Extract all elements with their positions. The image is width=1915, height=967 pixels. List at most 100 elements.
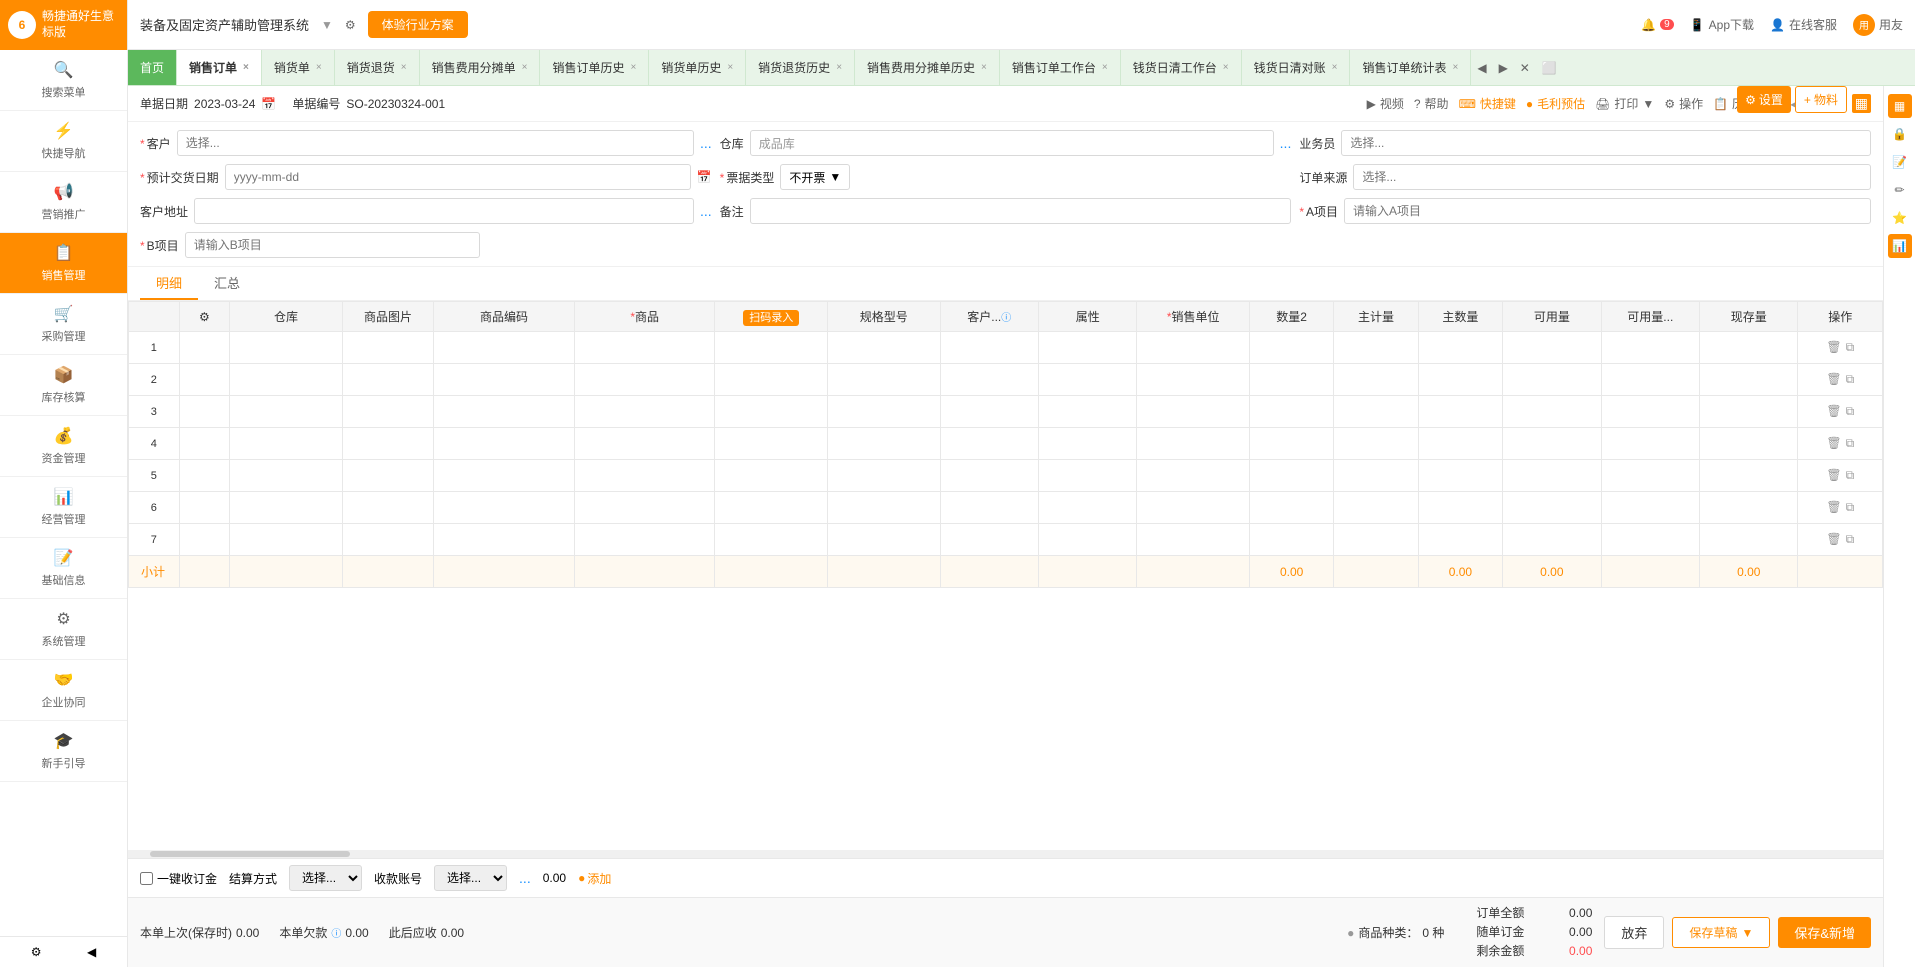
tab-2[interactable]: 销货单× <box>262 50 335 86</box>
order-source-input[interactable] <box>1353 164 1871 190</box>
cell-1-6[interactable] <box>828 332 941 364</box>
cell-7-3[interactable] <box>434 524 575 556</box>
app-download-item[interactable]: 📱 App下载 <box>1690 16 1754 33</box>
sidebar-item-经营管理[interactable]: 📊 经营管理 <box>0 477 127 538</box>
draft-btn[interactable]: 保存草稿 ▼ <box>1672 917 1770 948</box>
account-select[interactable]: 选择... <box>434 865 507 891</box>
cell-3-4[interactable] <box>574 396 715 428</box>
cell-6-6[interactable] <box>828 492 941 524</box>
cell-5-11[interactable] <box>1334 460 1418 492</box>
help-action[interactable]: ? 帮助 <box>1414 95 1449 112</box>
cell-2-2[interactable] <box>342 364 433 396</box>
sidebar-item-快捷导航[interactable]: ⚡ 快捷导航 <box>0 111 127 172</box>
cell-6-4[interactable] <box>574 492 715 524</box>
warehouse-input[interactable] <box>750 130 1274 156</box>
cell-7-2[interactable] <box>342 524 433 556</box>
cell-3-12[interactable] <box>1418 396 1502 428</box>
tab-3[interactable]: 销货退货× <box>335 50 420 86</box>
row-copy-icon-1[interactable]: ⧉ <box>1846 340 1855 354</box>
cell-6-5[interactable] <box>715 492 828 524</box>
save-btn[interactable]: 保存&新增 <box>1778 917 1871 948</box>
cell-3-6[interactable] <box>828 396 941 428</box>
cell-5-15[interactable] <box>1700 460 1798 492</box>
cell-1-9[interactable] <box>1137 332 1250 364</box>
right-panel-main-btn[interactable]: ▦ <box>1888 94 1912 118</box>
sidebar-item-搜索菜单[interactable]: 🔍 搜索菜单 <box>0 50 127 111</box>
cell-2-5[interactable] <box>715 364 828 396</box>
detail-tab-0[interactable]: 明细 <box>140 267 198 300</box>
cell-3-0[interactable] <box>179 396 230 428</box>
cell-2-10[interactable] <box>1249 364 1333 396</box>
cell-4-12[interactable] <box>1418 428 1502 460</box>
cell-1-1[interactable] <box>230 332 343 364</box>
cell-5-8[interactable] <box>1038 460 1136 492</box>
tab-close-8[interactable]: × <box>981 62 987 73</box>
address-more-icon[interactable]: ... <box>700 203 712 219</box>
cell-5-9[interactable] <box>1137 460 1250 492</box>
sidebar-item-新手引导[interactable]: 🎓 新手引导 <box>0 721 127 782</box>
discard-btn[interactable]: 放弃 <box>1604 916 1664 949</box>
col-header-0[interactable]: ⚙ <box>179 302 230 332</box>
cell-2-4[interactable] <box>574 364 715 396</box>
sidebar-item-资金管理[interactable]: 💰 资金管理 <box>0 416 127 477</box>
cell-5-7[interactable] <box>940 460 1038 492</box>
cell-2-12[interactable] <box>1418 364 1502 396</box>
one-click-checkbox[interactable] <box>140 872 153 885</box>
topbar-dropdown-icon[interactable]: ▼ <box>321 18 333 32</box>
cell-6-10[interactable] <box>1249 492 1333 524</box>
remark-input[interactable] <box>750 198 1292 224</box>
row-copy-icon-7[interactable]: ⧉ <box>1846 532 1855 546</box>
tab-close-7[interactable]: × <box>836 62 842 73</box>
b-project-input[interactable] <box>185 232 480 258</box>
invoice-type-select[interactable]: 不开票 ▼ <box>780 164 850 190</box>
cell-3-15[interactable] <box>1700 396 1798 428</box>
a-project-input[interactable] <box>1344 198 1871 224</box>
row-copy-icon-4[interactable]: ⧉ <box>1846 436 1855 450</box>
cell-2-14[interactable] <box>1601 364 1699 396</box>
cell-5-13[interactable] <box>1503 460 1601 492</box>
cell-2-13[interactable] <box>1503 364 1601 396</box>
cell-2-7[interactable] <box>940 364 1038 396</box>
tab-nav-btn-0[interactable]: ◀ <box>1471 50 1492 86</box>
cell-4-13[interactable] <box>1503 428 1601 460</box>
sidebar-item-销售管理[interactable]: 📋 销售管理 <box>0 233 127 294</box>
cell-7-11[interactable] <box>1334 524 1418 556</box>
right-panel-btn-3[interactable]: ✏ <box>1888 178 1912 202</box>
row-copy-icon-3[interactable]: ⧉ <box>1846 404 1855 418</box>
more-dots-icon[interactable]: ... <box>519 870 531 886</box>
profit-action[interactable]: ● 毛利预估 <box>1526 95 1585 112</box>
cell-3-1[interactable] <box>230 396 343 428</box>
cell-7-9[interactable] <box>1137 524 1250 556</box>
cell-7-6[interactable] <box>828 524 941 556</box>
cell-1-4[interactable] <box>574 332 715 364</box>
cell-7-4[interactable] <box>574 524 715 556</box>
add-btn[interactable]: ● 添加 <box>578 870 611 887</box>
cell-1-15[interactable] <box>1700 332 1798 364</box>
cell-1-12[interactable] <box>1418 332 1502 364</box>
tab-close-2[interactable]: × <box>316 62 322 73</box>
calendar-icon[interactable]: 📅 <box>261 97 276 111</box>
cell-4-8[interactable] <box>1038 428 1136 460</box>
cell-6-15[interactable] <box>1700 492 1798 524</box>
date-value[interactable]: 2023-03-24 <box>194 97 255 111</box>
cell-4-0[interactable] <box>179 428 230 460</box>
cell-5-10[interactable] <box>1249 460 1333 492</box>
sidebar-item-企业协同[interactable]: 🤝 企业协同 <box>0 660 127 721</box>
row-delete-icon-1[interactable]: 🗑 <box>1826 340 1841 354</box>
tab-1[interactable]: 销售订单× <box>177 50 262 86</box>
tab-8[interactable]: 销售费用分摊单历史× <box>855 50 1000 86</box>
table-view-icon[interactable]: ▦ <box>1852 94 1871 113</box>
cell-6-0[interactable] <box>179 492 230 524</box>
cell-2-15[interactable] <box>1700 364 1798 396</box>
cell-4-11[interactable] <box>1334 428 1418 460</box>
cell-7-8[interactable] <box>1038 524 1136 556</box>
scan-header-btn[interactable]: 扫码录入 <box>743 310 799 326</box>
cell-3-7[interactable] <box>940 396 1038 428</box>
cell-4-5[interactable] <box>715 428 828 460</box>
view-action[interactable]: ▶ 视频 <box>1367 95 1404 112</box>
cell-1-0[interactable] <box>179 332 230 364</box>
warehouse-more-icon[interactable]: ... <box>1280 135 1292 151</box>
cell-6-3[interactable] <box>434 492 575 524</box>
cell-4-9[interactable] <box>1137 428 1250 460</box>
tab-close-3[interactable]: × <box>401 62 407 73</box>
